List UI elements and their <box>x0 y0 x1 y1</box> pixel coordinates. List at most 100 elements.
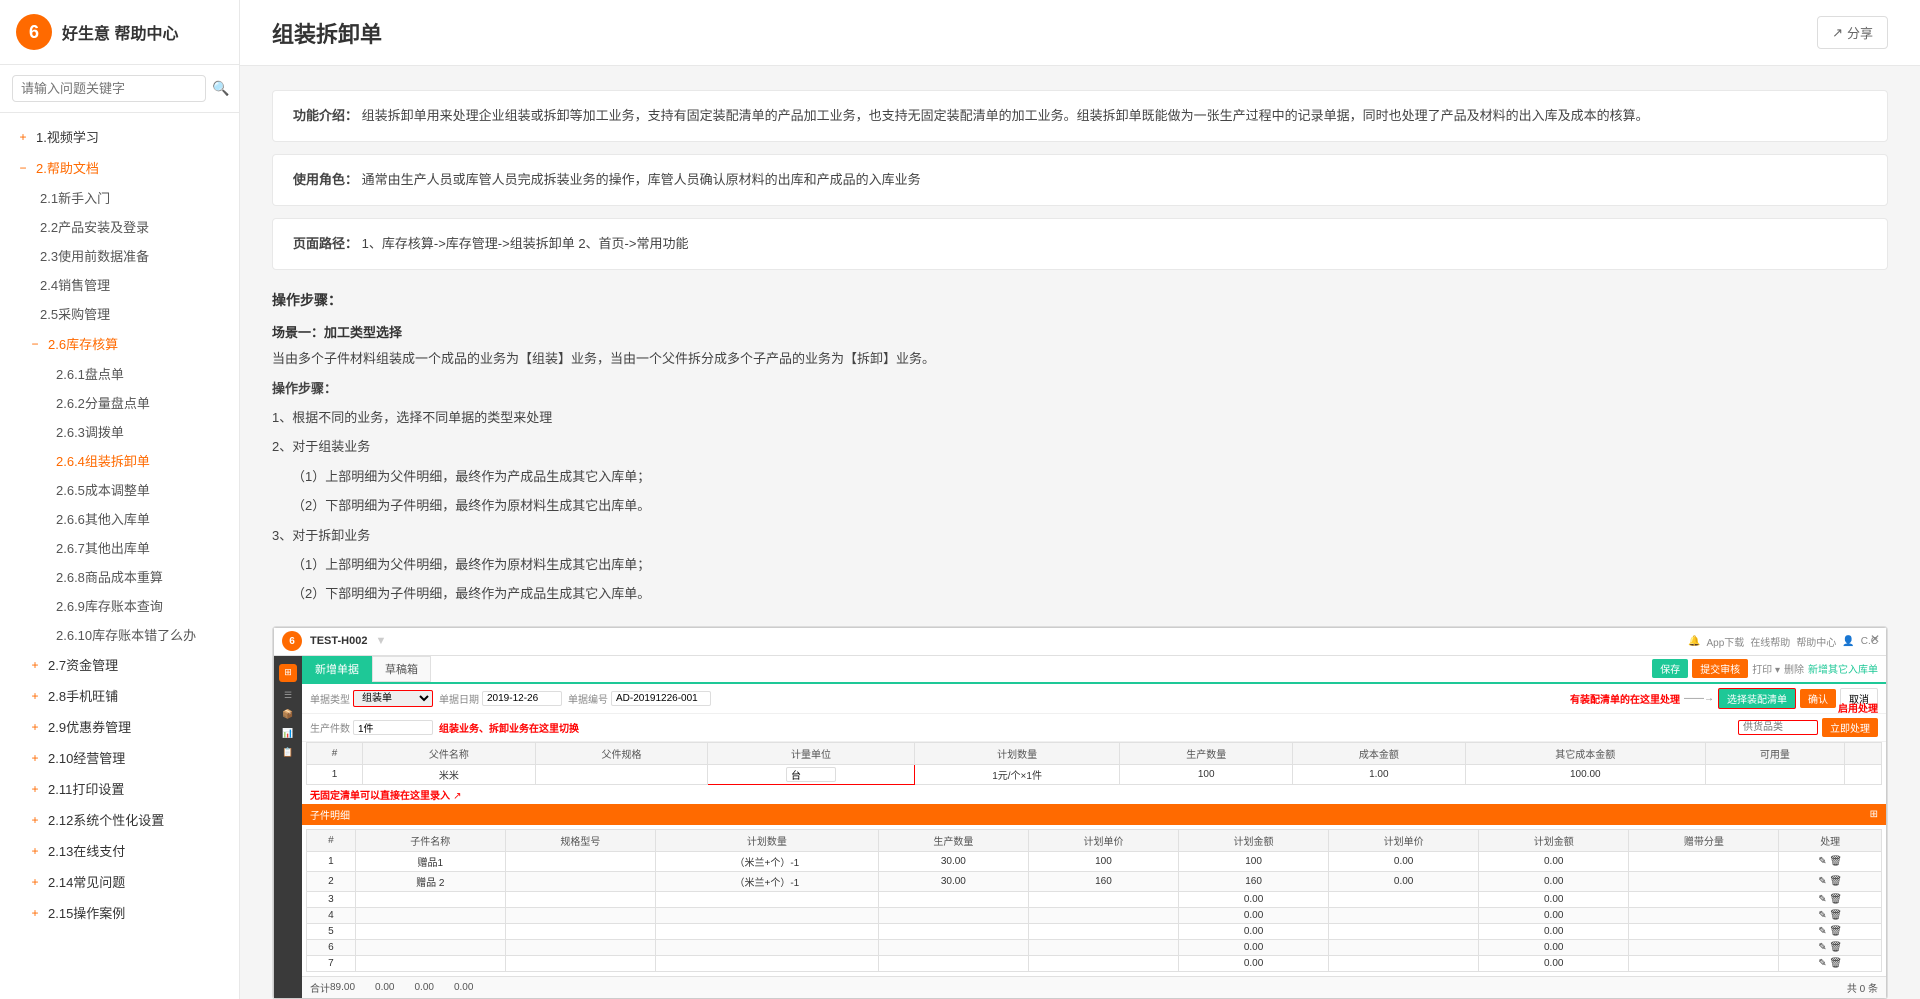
nav-item-2-8[interactable]: + 2.8手机旺铺 <box>0 680 239 711</box>
search-box: 🔍 <box>0 65 239 113</box>
erp-supplier-input[interactable] <box>1738 720 1818 735</box>
role-label: 使用角色： <box>293 172 358 187</box>
nav-item-2-13[interactable]: + 2.13在线支付 <box>0 835 239 866</box>
erp-sub-section-header: 子件明细 ⊞ <box>302 804 1886 825</box>
table-row: 1 米米 1元/个×1件 100 1.00 <box>307 764 1882 784</box>
erp-tab-draft[interactable]: 草稿箱 <box>372 656 431 682</box>
nav-item-2-10[interactable]: + 2.10经营管理 <box>0 742 239 773</box>
app-name: 好生意 帮助中心 <box>62 20 178 44</box>
nav-sub-item-2-4[interactable]: 2.4销售管理 <box>0 270 239 299</box>
table-row: 2 赠品 2 （米兰+个）-1 30.00 160 160 0.00 0.00 <box>307 871 1882 891</box>
nav-item-2-7[interactable]: + 2.7资金管理 <box>0 649 239 680</box>
step2: 2、对于组装业务 <box>272 435 1888 458</box>
erp-doc-type-select[interactable]: 组装单 拆卸单 <box>353 690 433 707</box>
steps-title: 操作步骤： <box>272 290 1888 310</box>
logo-icon: 6 <box>16 14 52 50</box>
erp-count-input[interactable] <box>353 720 433 735</box>
erp-field-no: 单据编号 <box>568 691 711 706</box>
nav-sub-item-2-6-9[interactable]: 2.6.9库存账本查询 <box>0 591 239 620</box>
erp-total-label: 合计 <box>310 980 330 995</box>
erp-total-3: 0.00 <box>415 982 434 993</box>
expand-icon-2-13: + <box>28 844 42 858</box>
step2-1: （1）上部明细为父件明细，最终作为产成品生成其它入库单； <box>292 465 1888 488</box>
nav-sub-item-2-6-3[interactable]: 2.6.3调拨单 <box>0 417 239 446</box>
nav-tree: + 1.视频学习 − 2.帮助文档 2.1新手入门 2.2产品安装及登录 2.3… <box>0 113 239 999</box>
scene1-desc: 当由多个子件材料组装成一个成品的业务为【组装】业务，当由一个父件拆分成多个子产品… <box>272 347 1888 370</box>
nav-sub-item-2-6-5[interactable]: 2.6.5成本调整单 <box>0 475 239 504</box>
erp-process-btn[interactable]: 立即处理 <box>1822 718 1878 737</box>
erp-doc-no-input[interactable] <box>611 691 711 706</box>
erp-toolbar: 保存 提交审核 打印 ▾ 删除 新增其它入库单 <box>1652 659 1886 678</box>
nav-item-2-14[interactable]: + 2.14常见问题 <box>0 866 239 897</box>
intro-label: 功能介绍： <box>293 108 358 123</box>
erp-nav-icon-1[interactable]: ☰ <box>284 690 292 701</box>
nav-item-1[interactable]: + 1.视频学习 <box>0 121 239 152</box>
nav-sub-item-2-6-7[interactable]: 2.6.7其他出库单 <box>0 533 239 562</box>
erp-screenshot: 6 TEST-H002 ▼ 🔔 App下载 在线帮助 帮助中心 👤 C.C ✕ <box>273 627 1887 999</box>
nav-sub-item-2-3[interactable]: 2.3使用前数据准备 <box>0 241 239 270</box>
nav-label-2-14: 2.14常见问题 <box>48 872 125 891</box>
nav-label-2-10: 2.10经营管理 <box>48 748 125 767</box>
step1: 1、根据不同的业务，选择不同单据的类型来处理 <box>272 406 1888 429</box>
erp-company: TEST-H002 <box>310 635 367 647</box>
search-input[interactable] <box>12 75 206 102</box>
search-button[interactable]: 🔍 <box>212 80 229 97</box>
erp-nav-icon-2[interactable]: 📦 <box>282 709 293 720</box>
step3: 3、对于拆卸业务 <box>272 524 1888 547</box>
scene1-title: 场景一：加工类型选择 <box>272 322 1888 341</box>
nav-sub-item-2-6-6[interactable]: 2.6.6其他入库单 <box>0 504 239 533</box>
erp-nav-icon-3[interactable]: 📊 <box>282 728 293 739</box>
nav-label-2-9: 2.9优惠券管理 <box>48 717 131 736</box>
erp-upper-table: # 父件名称 父件规格 计量单位 计划数量 生产数量 成本金额 其它成本金额 可 <box>306 742 1882 785</box>
nav-label-2-7: 2.7资金管理 <box>48 655 118 674</box>
share-label: 分享 <box>1847 23 1873 42</box>
annotation-process-label: 启用处理 <box>1838 700 1878 715</box>
erp-logo: 6 <box>282 631 302 651</box>
nav-item-2-12[interactable]: + 2.12系统个性化设置 <box>0 804 239 835</box>
nav-sub-item-2-6-8[interactable]: 2.6.8商品成本重算 <box>0 562 239 591</box>
nav-sub-item-2-6-2[interactable]: 2.6.2分量盘点单 <box>0 388 239 417</box>
nav-item-2-15[interactable]: + 2.15操作案例 <box>0 897 239 928</box>
erp-close-btn[interactable]: ✕ <box>1870 632 1880 646</box>
erp-sub-expand-icon[interactable]: ⊞ <box>1870 809 1878 820</box>
erp-doc-date-input[interactable] <box>482 691 562 706</box>
annotation-switch-label: 组装业务、拆卸业务在这里切换 <box>439 720 579 735</box>
erp-new-btn[interactable]: 新增其它入库单 <box>1808 661 1878 676</box>
nav-label-2: 2.帮助文档 <box>36 158 99 177</box>
erp-btn-approve[interactable]: 保存 <box>1652 659 1688 678</box>
nav-sub-item-2-6-1[interactable]: 2.6.1盘点单 <box>0 359 239 388</box>
nav-sub-item-2-1[interactable]: 2.1新手入门 <box>0 183 239 212</box>
erp-select-bom-btn[interactable]: 选择装配清单 <box>1718 688 1796 709</box>
nav-sub-item-2-6-10[interactable]: 2.6.10库存账本错了么办 <box>0 620 239 649</box>
erp-table-unit-input[interactable] <box>786 767 836 782</box>
expand-icon-2: − <box>16 161 30 175</box>
erp-delete-btn[interactable]: 删除 <box>1784 661 1804 676</box>
nav-item-2[interactable]: − 2.帮助文档 <box>0 152 239 183</box>
erp-bottom-totals: 合计 89.00 0.00 0.00 0.00 共 0 条 <box>302 976 1886 998</box>
expand-icon-2-8: + <box>28 689 42 703</box>
erp-upper-table-area: # 父件名称 父件规格 计量单位 计划数量 生产数量 成本金额 其它成本金额 可 <box>302 742 1886 785</box>
erp-more-actions[interactable]: 打印 ▾ <box>1752 661 1780 676</box>
erp-nav-icon-4[interactable]: 📋 <box>282 747 293 758</box>
erp-confirm-btn[interactable]: 确认 <box>1800 689 1836 708</box>
nav-item-2-9[interactable]: + 2.9优惠券管理 <box>0 711 239 742</box>
page-title: 组装拆卸单 <box>272 17 382 49</box>
nav-label-1: 1.视频学习 <box>36 127 99 146</box>
erp-icons: 🔔 App下载 在线帮助 帮助中心 👤 C.C <box>1688 634 1878 649</box>
nav-sub-item-2-6-4[interactable]: 2.6.4组装拆卸单 <box>0 446 239 475</box>
nav-label-2-15: 2.15操作案例 <box>48 903 125 922</box>
path-text: 1、库存核算->库存管理->组装拆卸单 2、首页->常用功能 <box>362 236 689 251</box>
nav-sub-item-2-5[interactable]: 2.5采购管理 <box>0 299 239 328</box>
erp-tab-new[interactable]: 新增单据 <box>302 656 372 682</box>
erp-left-nav: ⊞ ☰ 📦 📊 📋 <box>274 656 302 998</box>
erp-totals: 89.00 0.00 0.00 0.00 <box>330 982 473 993</box>
nav-sub-item-2-2[interactable]: 2.2产品安装及登录 <box>0 212 239 241</box>
nav-item-2-11[interactable]: + 2.11打印设置 <box>0 773 239 804</box>
erp-field-count: 生产件数 <box>310 720 433 735</box>
step2-2: （2）下部明细为子件明细，最终作为原材料生成其它出库单。 <box>292 494 1888 517</box>
erp-nav-home[interactable]: ⊞ <box>279 664 297 682</box>
share-button[interactable]: ↗ 分享 <box>1817 16 1888 49</box>
erp-btn-submit[interactable]: 提交审核 <box>1692 659 1748 678</box>
nav-item-2-6[interactable]: − 2.6库存核算 <box>0 328 239 359</box>
expand-icon-2-7: + <box>28 658 42 672</box>
